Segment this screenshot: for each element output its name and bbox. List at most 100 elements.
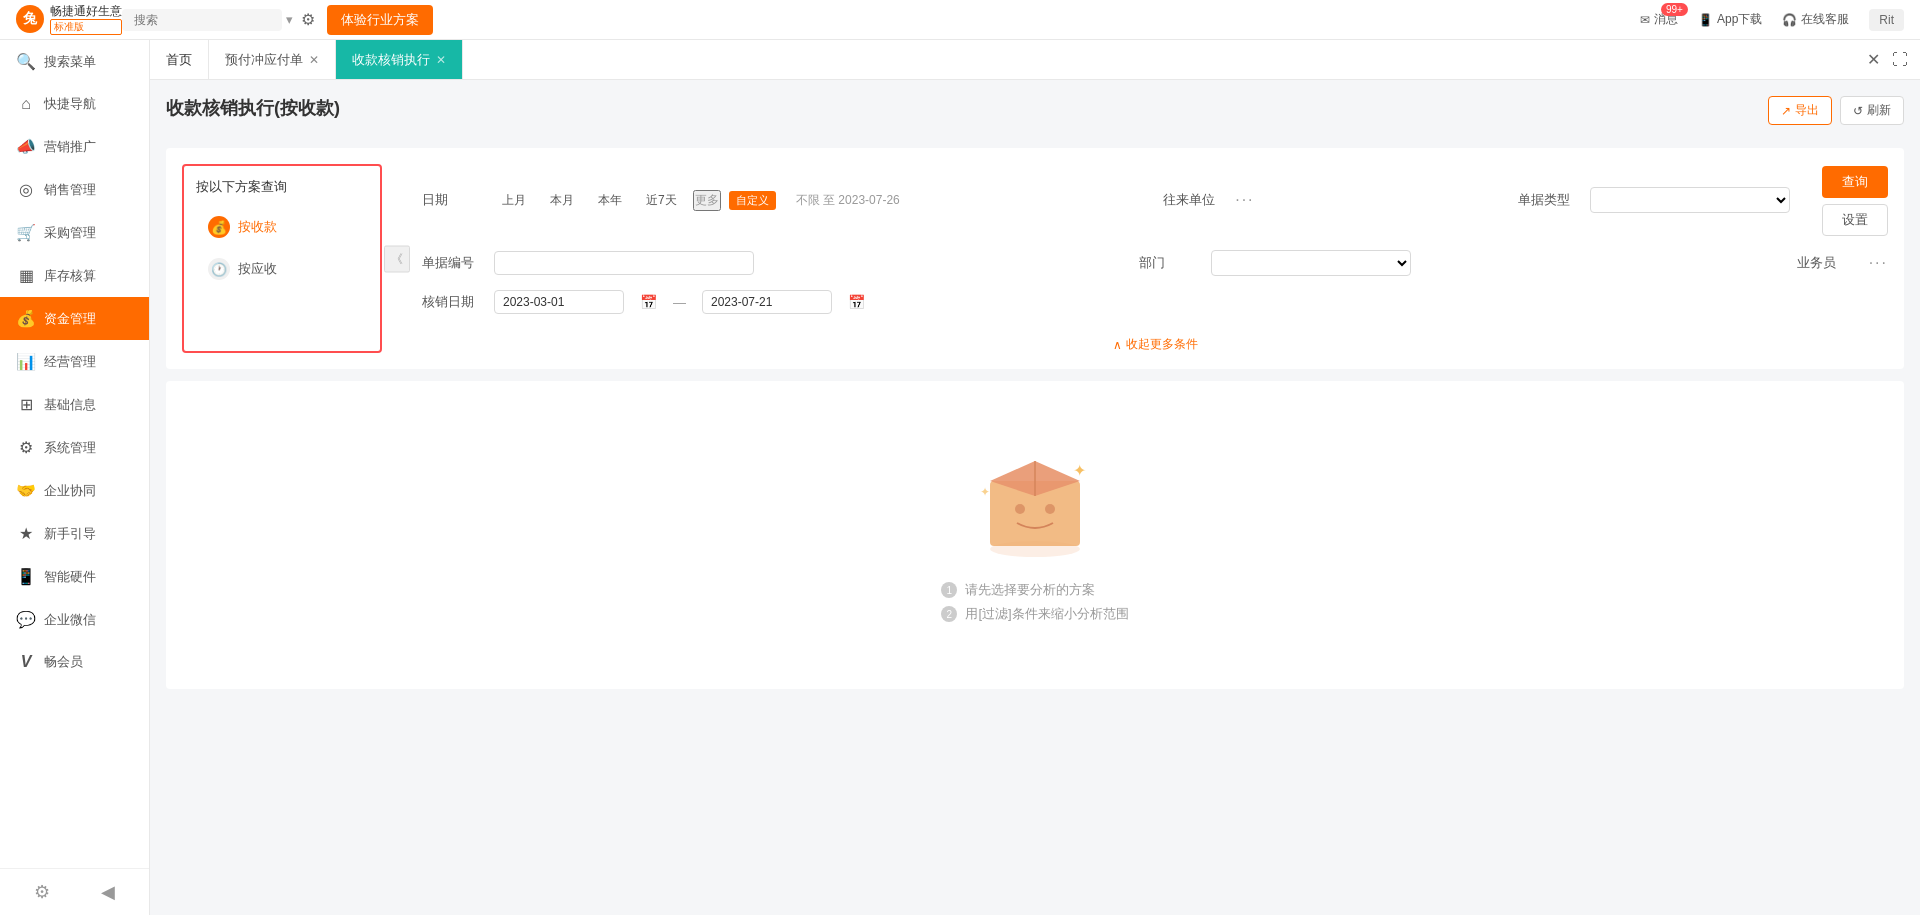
date-no-limit: 不限 至 2023-07-26 — [796, 192, 900, 209]
svg-text:✦: ✦ — [1073, 462, 1086, 479]
service-icon: 🎧 — [1782, 13, 1797, 27]
settings-button[interactable]: ⚙ — [30, 877, 54, 907]
export-label: 导出 — [1795, 102, 1819, 119]
tab-receipt-writeoff-close[interactable]: ✕ — [436, 53, 446, 67]
refresh-button[interactable]: ↺ 刷新 — [1840, 96, 1904, 125]
writeoff-date-end-input[interactable] — [702, 290, 832, 314]
brand-name: 畅捷通好生意 — [50, 4, 122, 18]
empty-state: ✦ ✦ 1 请先选择要分析的方案 2 用[过滤]条件来缩小分析范围 — [166, 381, 1904, 689]
sidebar-item-search-menu[interactable]: 🔍 搜索菜单 — [0, 40, 149, 83]
sidebar-item-quick-nav[interactable]: ⌂ 快捷导航 — [0, 83, 149, 125]
svg-point-5 — [1045, 504, 1055, 514]
dept-select[interactable] — [1211, 250, 1411, 276]
sidebar-label-basic: 基础信息 — [44, 396, 96, 414]
sidebar-label-inventory: 库存核算 — [44, 267, 96, 285]
tab-prepay-close[interactable]: ✕ — [309, 53, 319, 67]
date-btn-this-year[interactable]: 本年 — [590, 189, 630, 212]
sidebar-item-basic[interactable]: ⊞ 基础信息 — [0, 383, 149, 426]
writeoff-date-start-input[interactable] — [494, 290, 624, 314]
solution-button[interactable]: 体验行业方案 — [327, 5, 433, 35]
bill-no-input[interactable] — [494, 251, 754, 275]
dept-label: 部门 — [1139, 254, 1195, 272]
empty-tip-1-text: 请先选择要分析的方案 — [965, 581, 1095, 599]
sidebar-item-member[interactable]: V 畅会员 — [0, 641, 149, 683]
sidebar-item-sales[interactable]: ◎ 销售管理 — [0, 168, 149, 211]
expand-conditions: ∧ 收起更多条件 — [422, 336, 1888, 353]
sidebar-label-wechat: 企业微信 — [44, 611, 96, 629]
sidebar-item-wechat[interactable]: 💬 企业微信 — [0, 598, 149, 641]
tab-home[interactable]: 首页 — [150, 40, 209, 79]
basic-icon: ⊞ — [16, 395, 36, 414]
bill-type-select[interactable] — [1590, 187, 1790, 213]
service-label: 在线客服 — [1801, 11, 1849, 28]
collapse-sidebar-button[interactable]: ◀ — [97, 877, 119, 907]
content-area: 首页 预付冲应付单 ✕ 收款核销执行 ✕ ✕ ⛶ 收款核销执行(按收款) ↗ — [150, 40, 1920, 915]
sidebar-item-system[interactable]: ⚙ 系统管理 — [0, 426, 149, 469]
sidebar-item-marketing[interactable]: 📣 营销推广 — [0, 125, 149, 168]
sidebar-item-enterprise[interactable]: 🤝 企业协同 — [0, 469, 149, 512]
page-title: 收款核销执行(按收款) — [166, 96, 340, 120]
message-button[interactable]: ✉ 消息 99+ — [1640, 11, 1678, 28]
close-all-tabs-button[interactable]: ✕ — [1863, 46, 1884, 73]
tabs-right-buttons: ✕ ⛶ — [1863, 46, 1920, 73]
filter-option-by-receipt[interactable]: 💰 按收款 — [196, 208, 368, 246]
query-button[interactable]: 查询 — [1822, 166, 1888, 198]
tab-prepay[interactable]: 预付冲应付单 ✕ — [209, 40, 336, 79]
user-name: Rit — [1879, 13, 1894, 27]
tab-receipt-writeoff[interactable]: 收款核销执行 ✕ — [336, 40, 463, 79]
receivable-icon: 🕐 — [208, 258, 230, 280]
topbar-right: ✉ 消息 99+ 📱 App下载 🎧 在线客服 Rit — [1640, 9, 1904, 31]
calendar-end-icon[interactable]: 📅 — [848, 294, 865, 310]
sidebar-label-business: 经营管理 — [44, 353, 96, 371]
query-btn-group: 查询 设置 — [1822, 164, 1888, 236]
date-btn-last-month[interactable]: 上月 — [494, 189, 534, 212]
wechat-icon: 💬 — [16, 610, 36, 629]
online-service-button[interactable]: 🎧 在线客服 — [1782, 11, 1849, 28]
sidebar-label-guide: 新手引导 — [44, 525, 96, 543]
bill-no-label: 单据编号 — [422, 254, 478, 272]
tip-num-2: 2 — [941, 606, 957, 622]
sidebar-label-hardware: 智能硬件 — [44, 568, 96, 586]
expand-conditions-button[interactable]: ∧ 收起更多条件 — [1113, 336, 1198, 353]
filter-row-2: 单据编号 部门 业务员 ··· — [422, 250, 1888, 276]
setting-button[interactable]: 设置 — [1822, 204, 1888, 236]
date-label: 日期 — [422, 191, 478, 209]
sidebar-item-inventory[interactable]: ▦ 库存核算 — [0, 254, 149, 297]
empty-tip-2-text: 用[过滤]条件来缩小分析范围 — [965, 605, 1128, 623]
tab-home-label: 首页 — [166, 51, 192, 69]
expand-label: 收起更多条件 — [1126, 336, 1198, 353]
employee-label: 业务员 — [1797, 254, 1853, 272]
sidebar-label-purchase: 采购管理 — [44, 224, 96, 242]
filter-collapse-button[interactable]: 《 — [384, 245, 410, 272]
export-button[interactable]: ↗ 导出 — [1768, 96, 1832, 125]
partner-dots: ··· — [1235, 191, 1254, 209]
sidebar-item-business[interactable]: 📊 经营管理 — [0, 340, 149, 383]
page-top: 收款核销执行(按收款) ↗ 导出 ↺ 刷新 — [166, 96, 1904, 136]
filter-option-by-receivable[interactable]: 🕐 按应收 — [196, 250, 368, 288]
export-icon: ↗ — [1781, 104, 1791, 118]
sidebar-item-hardware[interactable]: 📱 智能硬件 — [0, 555, 149, 598]
sidebar: 🔍 搜索菜单 ⌂ 快捷导航 📣 营销推广 ◎ 销售管理 🛒 采购管理 ▦ 库存核… — [0, 40, 150, 915]
filter-sidebar: 按以下方案查询 💰 按收款 🕐 按应收 — [182, 164, 382, 353]
date-btn-more[interactable]: 更多 — [693, 190, 721, 211]
date-btn-this-month[interactable]: 本月 — [542, 189, 582, 212]
tab-prepay-label: 预付冲应付单 — [225, 51, 303, 69]
user-menu[interactable]: Rit — [1869, 9, 1904, 31]
expand-tab-button[interactable]: ⛶ — [1888, 47, 1912, 73]
sidebar-item-purchase[interactable]: 🛒 采购管理 — [0, 211, 149, 254]
date-custom-badge[interactable]: 自定义 — [729, 191, 776, 210]
tab-receipt-writeoff-label: 收款核销执行 — [352, 51, 430, 69]
brand-tag: 标准版 — [50, 19, 122, 35]
app-download-button[interactable]: 📱 App下载 — [1698, 11, 1762, 28]
sidebar-item-guide[interactable]: ★ 新手引导 — [0, 512, 149, 555]
message-icon: ✉ — [1640, 13, 1650, 27]
search-icon: 🔍 — [16, 52, 36, 71]
gear-icon[interactable]: ⚙ — [301, 10, 315, 29]
chevron-down-icon[interactable]: ▾ — [286, 12, 293, 27]
search-input[interactable] — [122, 9, 282, 31]
date-btn-last-7-days[interactable]: 近7天 — [638, 189, 685, 212]
calendar-start-icon[interactable]: 📅 — [640, 294, 657, 310]
sidebar-item-capital[interactable]: 💰 资金管理 — [0, 297, 149, 340]
sidebar-label-search-menu: 搜索菜单 — [44, 53, 96, 71]
empty-content: ✦ ✦ 1 请先选择要分析的方案 2 用[过滤]条件来缩小分析范围 — [941, 441, 1128, 629]
